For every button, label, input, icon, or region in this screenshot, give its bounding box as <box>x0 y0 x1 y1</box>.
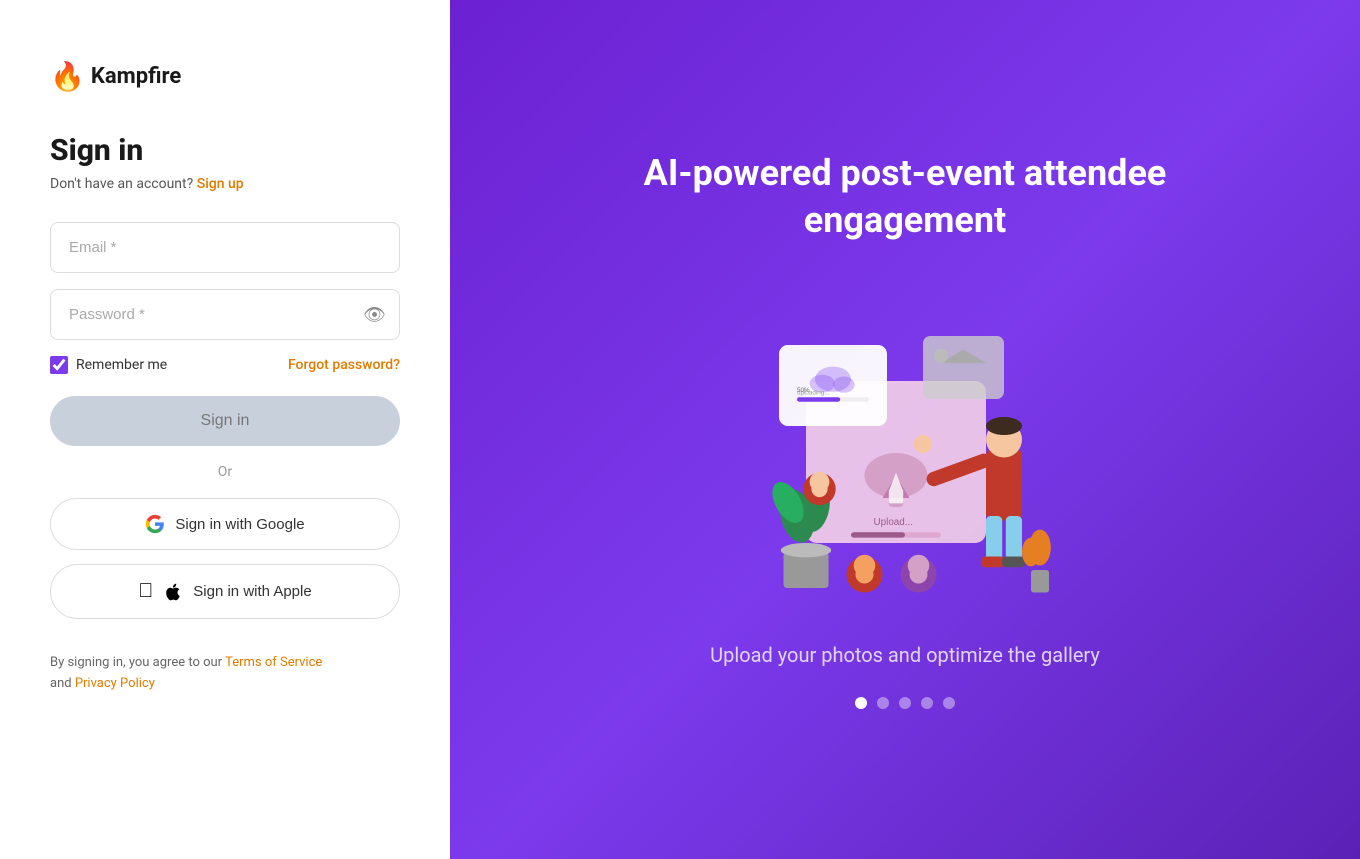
dot-4[interactable] <box>921 697 933 709</box>
right-panel: AI-powered post-event attendee engagemen… <box>450 0 1360 859</box>
remember-me-label[interactable]: Remember me <box>50 356 167 374</box>
form-options: Remember me Forgot password? <box>50 356 400 374</box>
terms-text: By signing in, you agree to our Terms of… <box>50 653 400 695</box>
left-panel: 🔥 Kampfire Sign in Don't have an account… <box>0 0 450 859</box>
apple-icon:  <box>138 580 153 603</box>
dot-5[interactable] <box>943 697 955 709</box>
password-group: 👁 <box>50 289 400 340</box>
divider: Or <box>50 464 400 480</box>
forgot-password-link[interactable]: Forgot password? <box>288 357 400 373</box>
flame-icon: 🔥 <box>50 60 85 93</box>
email-input-wrapper <box>50 222 400 273</box>
email-input[interactable] <box>50 222 400 273</box>
apple-logo-icon <box>163 582 183 602</box>
logo-text: Kampfire <box>91 64 181 89</box>
remember-me-checkbox[interactable] <box>50 356 68 374</box>
illustration: Upload... uploading... 50% <box>725 293 1085 613</box>
apple-button-label: Sign in with Apple <box>193 583 311 600</box>
google-sign-in-button[interactable]: Sign in with Google <box>50 498 400 550</box>
dot-2[interactable] <box>877 697 889 709</box>
google-icon <box>145 514 165 534</box>
svg-text:50%: 50% <box>797 387 810 394</box>
terms-of-service-link[interactable]: Terms of Service <box>225 655 322 670</box>
remember-me-text: Remember me <box>76 357 167 373</box>
signup-prompt: Don't have an account? Sign up <box>50 176 400 192</box>
svg-text:Upload...: Upload... <box>874 517 914 528</box>
logo: 🔥 Kampfire <box>50 60 400 93</box>
right-subtitle: Upload your photos and optimize the gall… <box>710 643 1100 667</box>
signup-link[interactable]: Sign up <box>197 176 244 192</box>
toggle-password-icon[interactable]: 👁 <box>363 304 386 325</box>
right-title: AI-powered post-event attendee engagemen… <box>605 150 1205 244</box>
sign-in-button[interactable]: Sign in <box>50 396 400 446</box>
page-title: Sign in <box>50 133 400 168</box>
password-input[interactable] <box>50 289 400 340</box>
privacy-policy-link[interactable]: Privacy Policy <box>75 676 155 691</box>
apple-sign-in-button[interactable]:  Sign in with Apple <box>50 564 400 619</box>
dot-3[interactable] <box>899 697 911 709</box>
dot-1[interactable] <box>855 697 867 709</box>
email-group <box>50 222 400 273</box>
password-input-wrapper: 👁 <box>50 289 400 340</box>
google-button-label: Sign in with Google <box>175 516 304 533</box>
carousel-dots <box>855 697 955 709</box>
